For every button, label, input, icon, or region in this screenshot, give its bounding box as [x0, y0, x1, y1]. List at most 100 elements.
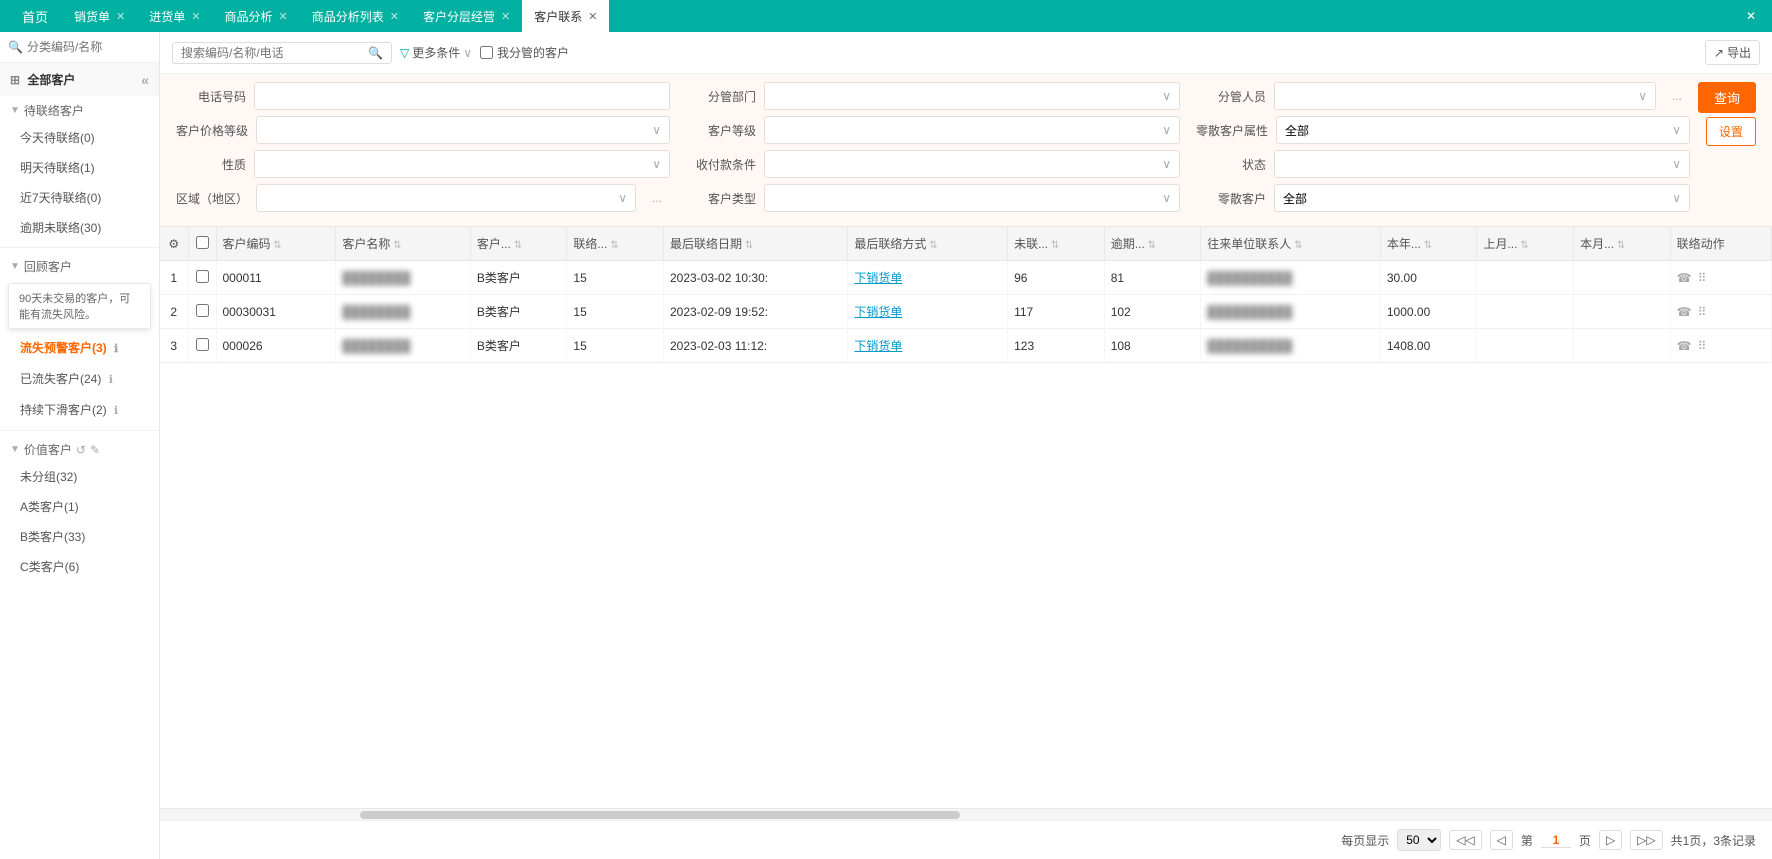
filter-scatter-attr-select[interactable]: 全部 ∨ [1276, 116, 1690, 144]
sidebar-item-churned[interactable]: 已流失客户(24) ℹ [0, 364, 159, 395]
filter-customer-type-select[interactable]: ∨ [764, 184, 1180, 212]
filter-payment-select[interactable]: ∨ [764, 150, 1180, 178]
more-conditions-button[interactable]: ▽ 更多条件 ∨ [400, 44, 472, 61]
contact-action-icon[interactable]: ☎ [1677, 271, 1692, 285]
close-icon[interactable]: ✕ [390, 10, 399, 23]
nav-tab-sales[interactable]: 销货单 ✕ [62, 0, 137, 32]
th-last-method[interactable]: 最后联络方式 [848, 227, 1008, 261]
nav-tab-purchase[interactable]: 进货单 ✕ [137, 0, 212, 32]
search-button[interactable]: 🔍 [368, 46, 383, 60]
th-last-date[interactable]: 最后联络日期 [664, 227, 848, 261]
row-checkbox[interactable] [196, 338, 209, 351]
more-action-icon[interactable]: ⠿ [1698, 305, 1707, 319]
sidebar-group-review[interactable]: ▼ 回顾客户 [0, 252, 159, 279]
search-input[interactable] [181, 46, 368, 60]
th-customer-type[interactable]: 客户... [470, 227, 567, 261]
th-this-year[interactable]: 本年... [1380, 227, 1477, 261]
more-action-icon[interactable]: ⠿ [1698, 339, 1707, 353]
contact-action-icon[interactable]: ☎ [1677, 339, 1692, 353]
content-area: 🔍 ▽ 更多条件 ∨ 我分管的客户 ↗ 导出 [160, 32, 1772, 859]
refresh-icon[interactable]: ↺ [76, 443, 86, 457]
divider [0, 247, 159, 248]
settings-button[interactable]: 设置 [1706, 117, 1756, 146]
sidebar-item-overdue[interactable]: 逾期未联络(30) [0, 213, 159, 243]
td-check-3[interactable] [188, 329, 216, 363]
filter-scatter-select[interactable]: 全部 ∨ [1274, 184, 1690, 212]
query-button[interactable]: 查询 [1698, 82, 1756, 113]
first-page-button[interactable]: ◁◁ [1449, 830, 1481, 850]
my-customers-check[interactable] [480, 46, 493, 59]
sidebar-search-input[interactable] [27, 40, 160, 54]
filter-person-select[interactable]: ∨ [1274, 82, 1656, 110]
page-number-input[interactable] [1541, 833, 1571, 848]
filter-grade-select[interactable]: ∨ [764, 116, 1180, 144]
td-check-1[interactable] [188, 261, 216, 295]
th-overdue[interactable]: 逾期... [1104, 227, 1201, 261]
sidebar-item-ungrouped[interactable]: 未分组(32) [0, 462, 159, 492]
td-method-3[interactable]: 下销货单 [848, 329, 1008, 363]
th-uncontacted[interactable]: 未联... [1008, 227, 1105, 261]
close-icon[interactable]: ✕ [588, 10, 597, 23]
contact-action-icon[interactable]: ☎ [1677, 305, 1692, 319]
horizontal-scrollbar[interactable] [160, 808, 1772, 820]
close-icon[interactable]: ✕ [116, 10, 125, 23]
window-close-icon[interactable]: ✕ [1746, 9, 1756, 23]
sidebar-item-class-a[interactable]: A类客户(1) [0, 492, 159, 522]
close-icon[interactable]: ✕ [279, 10, 288, 23]
th-this-month[interactable]: 本月... [1574, 227, 1671, 261]
per-page-select[interactable]: 50 [1397, 829, 1441, 851]
sidebar-item-class-b[interactable]: B类客户(33) [0, 522, 159, 552]
th-code[interactable]: 客户编码 [216, 227, 336, 261]
nav-tab-customer-tier[interactable]: 客户分层经营 ✕ [411, 0, 522, 32]
contact-method-link[interactable]: 下销货单 [854, 339, 902, 353]
row-checkbox[interactable] [196, 270, 209, 283]
close-icon[interactable]: ✕ [191, 10, 200, 23]
edit-icon[interactable]: ✎ [90, 443, 100, 457]
sidebar-item-churn-warning[interactable]: 流失预警客户(3) ℹ [0, 333, 159, 364]
sidebar-group-value[interactable]: ▼ 价值客户 ↺ ✎ [0, 435, 159, 462]
td-check-2[interactable] [188, 295, 216, 329]
sidebar-item-declining[interactable]: 持续下滑客户(2) ℹ [0, 395, 159, 426]
filter-more-icon[interactable]: ... [644, 191, 670, 205]
last-page-button[interactable]: ▷▷ [1630, 830, 1662, 850]
sidebar-all-customers[interactable]: ⊞ 全部客户 « [0, 63, 159, 96]
th-contact[interactable]: 联络... [567, 227, 664, 261]
td-method-1[interactable]: 下销货单 [848, 261, 1008, 295]
export-button[interactable]: ↗ 导出 [1705, 40, 1760, 65]
filter-nature-select[interactable]: ∨ [254, 150, 670, 178]
contact-method-link[interactable]: 下销货单 [854, 271, 902, 285]
nav-tab-analysis[interactable]: 商品分析 ✕ [212, 0, 299, 32]
filter-more-icon[interactable]: ... [1664, 89, 1690, 103]
sidebar-item-tomorrow[interactable]: 明天待联络(1) [0, 153, 159, 183]
collapse-button[interactable]: « [141, 72, 149, 88]
next-page-button[interactable]: ▷ [1599, 830, 1622, 850]
customer-name-blurred: ████████ [342, 305, 410, 319]
row-checkbox[interactable] [196, 304, 209, 317]
th-unit-contact[interactable]: 往来单位联系人 [1201, 227, 1381, 261]
th-name[interactable]: 客户名称 [336, 227, 470, 261]
select-all-checkbox[interactable] [196, 236, 209, 249]
nav-tab-customer-contact[interactable]: 客户联系 ✕ [522, 0, 609, 32]
filter-price-grade-select[interactable]: ∨ [256, 116, 670, 144]
prev-page-button[interactable]: ◁ [1490, 830, 1513, 850]
filter-payment: 收付款条件 ∨ [686, 150, 1180, 178]
scrollbar-thumb[interactable] [360, 811, 960, 819]
my-customers-checkbox[interactable]: 我分管的客户 [480, 44, 569, 61]
th-settings[interactable]: ⚙ [160, 227, 188, 261]
th-last-month[interactable]: 上月... [1477, 227, 1574, 261]
sidebar-item-class-c[interactable]: C类客户(6) [0, 552, 159, 582]
more-action-icon[interactable]: ⠿ [1698, 271, 1707, 285]
filter-region-select[interactable]: ∨ [256, 184, 636, 212]
filter-phone-input[interactable] [254, 82, 670, 110]
nav-tab-analysis-list[interactable]: 商品分析列表 ✕ [300, 0, 411, 32]
filter-status-select[interactable]: ∨ [1274, 150, 1690, 178]
sidebar-item-today[interactable]: 今天待联络(0) [0, 123, 159, 153]
close-icon[interactable]: ✕ [501, 10, 510, 23]
th-select-all[interactable] [188, 227, 216, 261]
td-method-2[interactable]: 下销货单 [848, 295, 1008, 329]
filter-dept-select[interactable]: ∨ [764, 82, 1180, 110]
sidebar-item-7days[interactable]: 近7天待联络(0) [0, 183, 159, 213]
nav-home[interactable]: 首页 [8, 0, 62, 32]
sidebar-group-pending[interactable]: ▼ 待联络客户 [0, 96, 159, 123]
contact-method-link[interactable]: 下销货单 [854, 305, 902, 319]
